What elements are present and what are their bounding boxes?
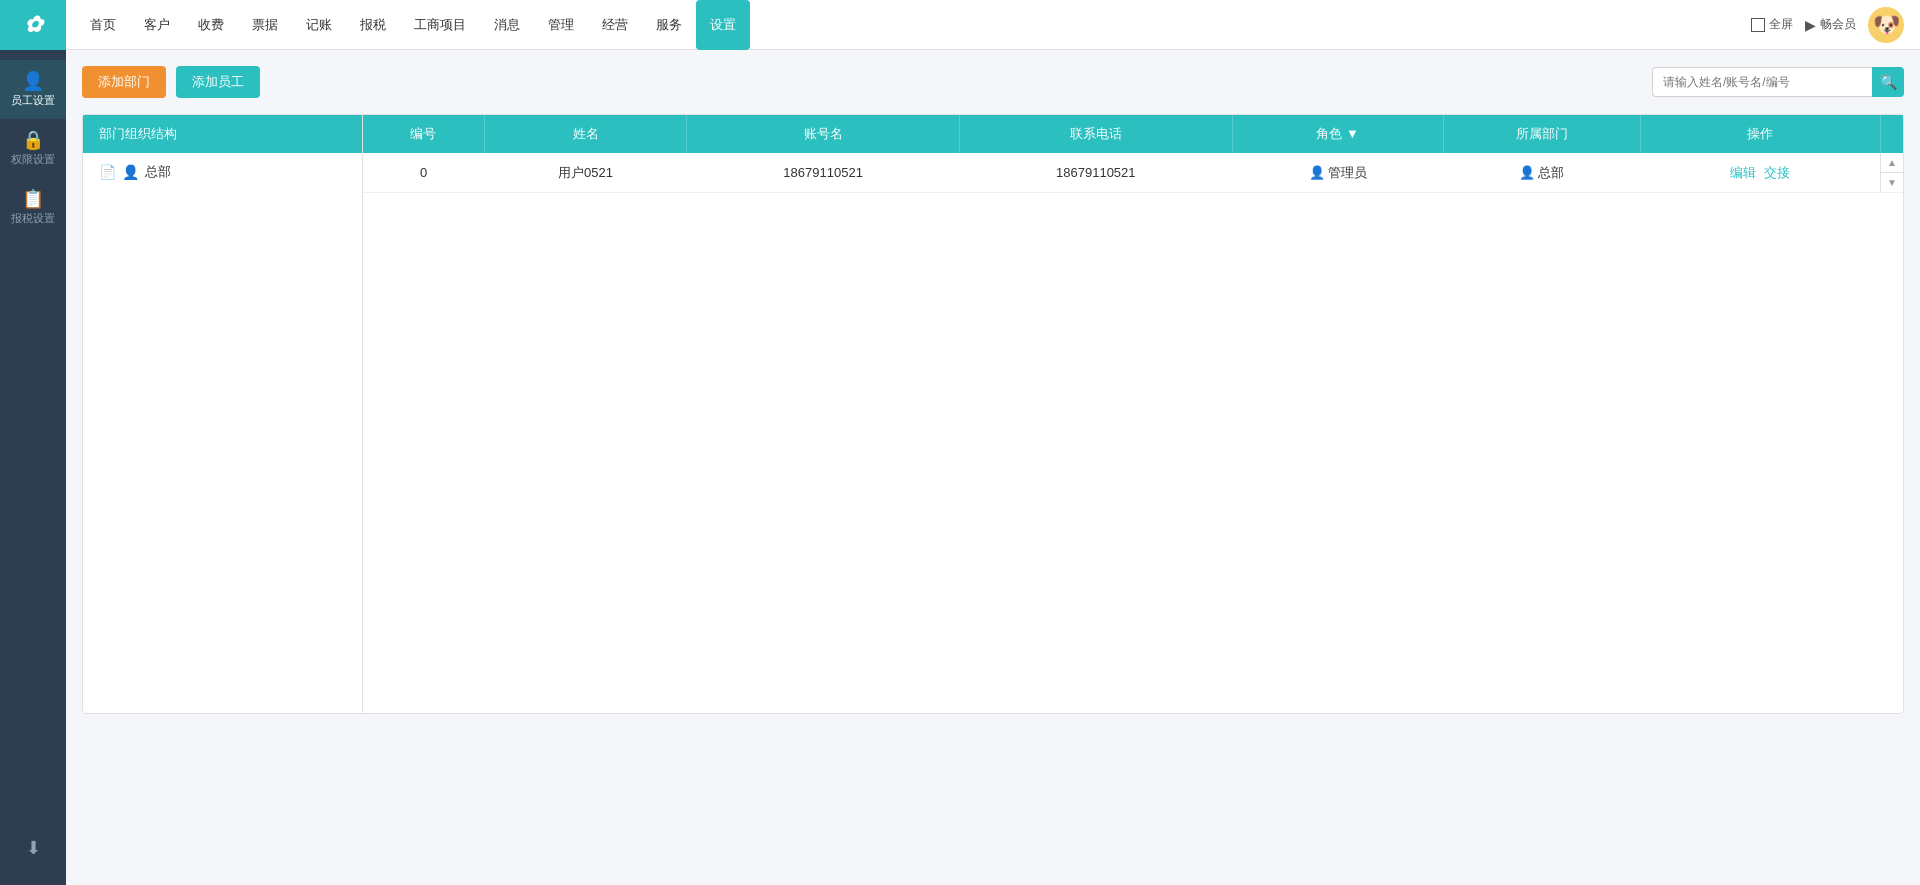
download-icon: ⬇ — [26, 839, 41, 857]
top-navigation: ✿ 首页客户收费票据记账报税工商项目消息管理经营服务设置 全屏 ▶ 畅会员 🐶 — [0, 0, 1920, 50]
fullscreen-label: 全屏 — [1769, 16, 1793, 33]
nav-item-首页[interactable]: 首页 — [76, 0, 130, 50]
col-操作: 操作 — [1640, 115, 1880, 153]
search-button[interactable]: 🔍 — [1872, 67, 1904, 97]
cell-scroll: ▲ ▼ — [1880, 153, 1903, 193]
col-联系电话: 联系电话 — [959, 115, 1232, 153]
nav-item-收费[interactable]: 收费 — [184, 0, 238, 50]
add-emp-button[interactable]: 添加员工 — [176, 66, 260, 98]
dept-cell-icon: 👤 — [1519, 165, 1535, 180]
employee-table: 编号姓名账号名联系电话角色 ▼所属部门操作 0用户052118679110521… — [363, 115, 1903, 193]
dept-user-icon: 👤 — [122, 164, 139, 180]
nav-item-消息[interactable]: 消息 — [480, 0, 534, 50]
col-所属部门: 所属部门 — [1443, 115, 1640, 153]
dept-tree-item-root[interactable]: 📄 👤 总部 — [83, 153, 362, 191]
search-area: 🔍 — [1652, 67, 1904, 97]
sidebar-bottom: ⬇ — [26, 827, 41, 885]
layout: 👤 员工设置 🔒 权限设置 📋 报税设置 ⬇ 添加部门 添加员工 🔍 — [0, 50, 1920, 885]
scroll-up-button[interactable]: ▲ — [1881, 153, 1903, 173]
search-input[interactable] — [1652, 67, 1872, 97]
col-账号名: 账号名 — [687, 115, 960, 153]
nav-item-工商项目[interactable]: 工商项目 — [400, 0, 480, 50]
fullscreen-icon — [1751, 18, 1765, 32]
sidebar-item-员工设置[interactable]: 👤 员工设置 — [0, 60, 66, 119]
toolbar: 添加部门 添加员工 🔍 — [82, 66, 1904, 98]
file-icon: 📄 — [99, 164, 116, 180]
cell-ops: 编辑交接 — [1640, 153, 1880, 193]
scroll-col — [1880, 115, 1903, 153]
logo-area: ✿ — [0, 0, 66, 50]
nav-item-记账[interactable]: 记账 — [292, 0, 346, 50]
table-header: 编号姓名账号名联系电话角色 ▼所属部门操作 — [363, 115, 1903, 153]
avatar-icon: 🐶 — [1873, 12, 1900, 38]
play-icon: ▶ — [1805, 17, 1816, 33]
op-编辑[interactable]: 编辑 — [1730, 165, 1756, 180]
dept-tree: 部门组织结构 📄 👤 总部 — [83, 115, 363, 713]
role-icon: 👤 — [1309, 165, 1325, 180]
col-姓名: 姓名 — [484, 115, 686, 153]
nav-item-报税[interactable]: 报税 — [346, 0, 400, 50]
logo-icon: ✿ — [24, 12, 42, 38]
member-button[interactable]: ▶ 畅会员 — [1805, 16, 1856, 33]
table-body: 0用户05211867911052118679110521👤管理员👤总部编辑交接… — [363, 153, 1903, 193]
sidebar-label: 权限设置 — [11, 153, 55, 166]
sidebar-item-download[interactable]: ⬇ — [26, 827, 41, 869]
search-icon: 🔍 — [1880, 74, 1897, 90]
nav-item-服务[interactable]: 服务 — [642, 0, 696, 50]
nav-item-票据[interactable]: 票据 — [238, 0, 292, 50]
sidebar-icon: 📋 — [22, 190, 44, 208]
cell-phone: 18679110521 — [959, 153, 1232, 193]
cell-id: 0 — [363, 153, 484, 193]
nav-item-管理[interactable]: 管理 — [534, 0, 588, 50]
cell-name: 用户0521 — [484, 153, 686, 193]
sidebar-item-权限设置[interactable]: 🔒 权限设置 — [0, 119, 66, 178]
content-panel: 部门组织结构 📄 👤 总部 编号姓名账号名联系电话角色 ▼所属部门操作 — [82, 114, 1904, 714]
col-角色 ▼: 角色 ▼ — [1232, 115, 1443, 153]
nav-item-客户[interactable]: 客户 — [130, 0, 184, 50]
cell-dept: 👤总部 — [1443, 153, 1640, 193]
table-row: 0用户05211867911052118679110521👤管理员👤总部编辑交接… — [363, 153, 1903, 193]
member-label: 畅会员 — [1820, 16, 1856, 33]
nav-items: 首页客户收费票据记账报税工商项目消息管理经营服务设置 — [66, 0, 1751, 50]
main-content: 添加部门 添加员工 🔍 部门组织结构 📄 👤 总部 — [66, 50, 1920, 885]
nav-right: 全屏 ▶ 畅会员 🐶 — [1751, 7, 1920, 43]
avatar[interactable]: 🐶 — [1868, 7, 1904, 43]
add-dept-button[interactable]: 添加部门 — [82, 66, 166, 98]
sidebar-icon: 🔒 — [22, 131, 44, 149]
dept-name: 总部 — [145, 163, 171, 181]
sidebar-label: 员工设置 — [11, 94, 55, 107]
scroll-down-button[interactable]: ▼ — [1881, 173, 1903, 192]
fullscreen-button[interactable]: 全屏 — [1751, 16, 1793, 33]
emp-table-area: 编号姓名账号名联系电话角色 ▼所属部门操作 0用户052118679110521… — [363, 115, 1903, 713]
cell-account: 18679110521 — [687, 153, 960, 193]
sidebar-item-报税设置[interactable]: 📋 报税设置 — [0, 178, 66, 237]
sidebar-icon: 👤 — [22, 72, 44, 90]
sidebar: 👤 员工设置 🔒 权限设置 📋 报税设置 ⬇ — [0, 50, 66, 885]
nav-item-经营[interactable]: 经营 — [588, 0, 642, 50]
dept-tree-header: 部门组织结构 — [83, 115, 362, 153]
col-编号: 编号 — [363, 115, 484, 153]
cell-role: 👤管理员 — [1232, 153, 1443, 193]
op-交接[interactable]: 交接 — [1764, 165, 1790, 180]
nav-item-设置[interactable]: 设置 — [696, 0, 750, 50]
sidebar-label: 报税设置 — [11, 212, 55, 225]
